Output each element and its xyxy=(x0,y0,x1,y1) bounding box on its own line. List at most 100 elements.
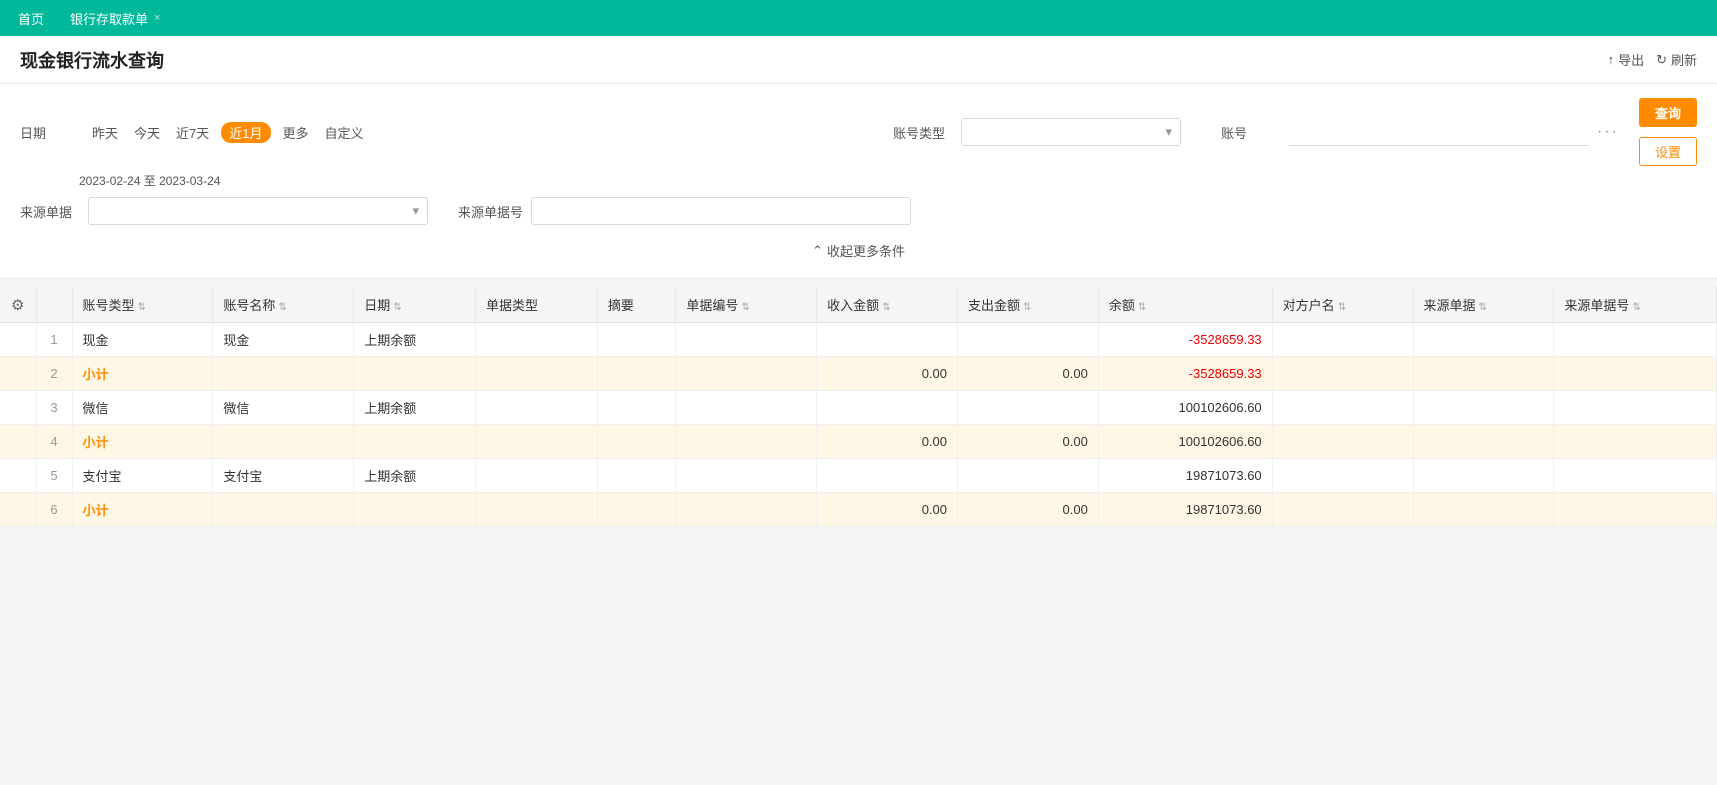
source-doc-no-input[interactable] xyxy=(531,197,911,225)
row-income xyxy=(817,391,958,425)
sort-icon: ⇅ xyxy=(882,302,890,313)
account-type-label: 账号类型 xyxy=(893,123,953,142)
sort-icon: ⇅ xyxy=(741,302,749,313)
row-expense xyxy=(958,459,1099,493)
row-number: 1 xyxy=(36,323,72,357)
row-expense: 0.00 xyxy=(958,425,1099,459)
col-header-account_name[interactable]: 账号名称⇅ xyxy=(213,287,354,323)
settings-button[interactable]: 设置 xyxy=(1639,137,1697,166)
row-gear-cell xyxy=(0,459,36,493)
row-doc-type xyxy=(476,391,598,425)
col-header-counterpart[interactable]: 对方户名⇅ xyxy=(1272,287,1413,323)
row-gear-cell xyxy=(0,391,36,425)
page-title: 现金银行流水查询 xyxy=(20,47,164,73)
row-summary xyxy=(597,425,675,459)
row-doc-no xyxy=(676,357,817,391)
row-source-doc-no xyxy=(1554,459,1717,493)
row-date xyxy=(354,357,476,391)
col-header-account_type[interactable]: 账号类型⇅ xyxy=(72,287,213,323)
row-source-doc-no xyxy=(1554,323,1717,357)
account-section: 账号 ··· xyxy=(1221,118,1619,146)
collapse-icon: ⌃ xyxy=(812,243,823,259)
row-expense xyxy=(958,391,1099,425)
row-income xyxy=(817,323,958,357)
filter-row-source: 来源单据 ▾ 来源单据号 xyxy=(20,197,1697,225)
table-row: 2小计0.000.00-3528659.33 xyxy=(0,357,1717,391)
row-number: 4 xyxy=(36,425,72,459)
sort-icon: ⇅ xyxy=(393,302,401,313)
row-gear-cell xyxy=(0,493,36,527)
col-header-income[interactable]: 收入金额⇅ xyxy=(817,287,958,323)
filter-area: 日期 昨天今天近7天近1月更多自定义 账号类型 ▾ 账号 ··· 查询 设置 xyxy=(0,84,1717,279)
row-counterpart xyxy=(1272,425,1413,459)
row-source-doc xyxy=(1413,391,1554,425)
chevron-down-icon2: ▾ xyxy=(412,203,419,219)
row-source-doc xyxy=(1413,323,1554,357)
settings-column-header[interactable]: ⚙ xyxy=(0,287,36,323)
gear-icon[interactable]: ⚙ xyxy=(11,297,24,314)
row-number: 2 xyxy=(36,357,72,391)
row-source-doc-no xyxy=(1554,493,1717,527)
data-table: ⚙账号类型⇅账号名称⇅日期⇅单据类型摘要单据编号⇅收入金额⇅支出金额⇅余额⇅对方… xyxy=(0,287,1717,527)
row-expense: 0.00 xyxy=(958,357,1099,391)
date-shortcut-1month[interactable]: 近1月 xyxy=(221,122,270,143)
row-gear-cell xyxy=(0,425,36,459)
source-doc-section: 来源单据 ▾ xyxy=(20,197,428,225)
row-doc-type xyxy=(476,323,598,357)
row-date xyxy=(354,425,476,459)
collapse-label: 收起更多条件 xyxy=(827,241,905,260)
source-doc-no-section: 来源单据号 xyxy=(458,197,911,225)
sort-icon: ⇅ xyxy=(1479,302,1487,313)
col-header-source_doc_no[interactable]: 来源单据号⇅ xyxy=(1554,287,1717,323)
refresh-button[interactable]: ↻ 刷新 xyxy=(1656,50,1697,69)
row-doc-type xyxy=(476,459,598,493)
table-row: 6小计0.000.0019871073.60 xyxy=(0,493,1717,527)
row-source-doc-no xyxy=(1554,391,1717,425)
account-type-section: 账号类型 ▾ xyxy=(893,118,1181,146)
row-expense: 0.00 xyxy=(958,493,1099,527)
row-balance: 100102606.60 xyxy=(1098,391,1272,425)
export-button[interactable]: ↑ 导出 xyxy=(1608,50,1645,69)
row-date: 上期余额 xyxy=(354,323,476,357)
row-source-doc xyxy=(1413,493,1554,527)
row-balance: -3528659.33 xyxy=(1098,323,1272,357)
row-gear-cell xyxy=(0,357,36,391)
source-doc-select[interactable]: ▾ xyxy=(88,197,428,225)
source-doc-no-field[interactable] xyxy=(540,204,902,219)
col-header-doc_no[interactable]: 单据编号⇅ xyxy=(676,287,817,323)
date-shortcut-yesterday[interactable]: 昨天 xyxy=(88,122,122,143)
date-shortcut-today[interactable]: 今天 xyxy=(130,122,164,143)
row-date xyxy=(354,493,476,527)
refresh-icon: ↻ xyxy=(1656,52,1667,68)
date-shortcut-7days[interactable]: 近7天 xyxy=(172,122,213,143)
chevron-down-icon: ▾ xyxy=(1165,124,1172,140)
table-container: ⚙账号类型⇅账号名称⇅日期⇅单据类型摘要单据编号⇅收入金额⇅支出金额⇅余额⇅对方… xyxy=(0,287,1717,527)
account-type-select[interactable]: ▾ xyxy=(961,118,1181,146)
row-source-doc xyxy=(1413,425,1554,459)
row-summary xyxy=(597,357,675,391)
nav-tab-yinhang[interactable]: 银行存取款单 × xyxy=(58,0,198,36)
collapse-bar[interactable]: ⌃ 收起更多条件 xyxy=(20,235,1697,268)
date-shortcut-custom[interactable]: 自定义 xyxy=(321,122,368,143)
col-header-source_doc[interactable]: 来源单据⇅ xyxy=(1413,287,1554,323)
row-number: 3 xyxy=(36,391,72,425)
row-date: 上期余额 xyxy=(354,391,476,425)
date-shortcut-more[interactable]: 更多 xyxy=(279,122,313,143)
row-number: 6 xyxy=(36,493,72,527)
col-header-date[interactable]: 日期⇅ xyxy=(354,287,476,323)
nav-home[interactable]: 首页 xyxy=(4,0,58,36)
row-balance: -3528659.33 xyxy=(1098,357,1272,391)
row-counterpart xyxy=(1272,323,1413,357)
close-icon[interactable]: × xyxy=(154,12,160,24)
row-account-type: 微信 xyxy=(72,391,213,425)
col-header-expense[interactable]: 支出金额⇅ xyxy=(958,287,1099,323)
nav-tab-label: 银行存取款单 xyxy=(70,9,148,28)
account-dots-button[interactable]: ··· xyxy=(1597,123,1619,141)
query-button[interactable]: 查询 xyxy=(1639,98,1697,127)
action-buttons: 查询 设置 xyxy=(1639,98,1697,166)
col-header-balance[interactable]: 余额⇅ xyxy=(1098,287,1272,323)
row-doc-type xyxy=(476,425,598,459)
row-balance: 19871073.60 xyxy=(1098,493,1272,527)
row-counterpart xyxy=(1272,493,1413,527)
rownum-column-header xyxy=(36,287,72,323)
